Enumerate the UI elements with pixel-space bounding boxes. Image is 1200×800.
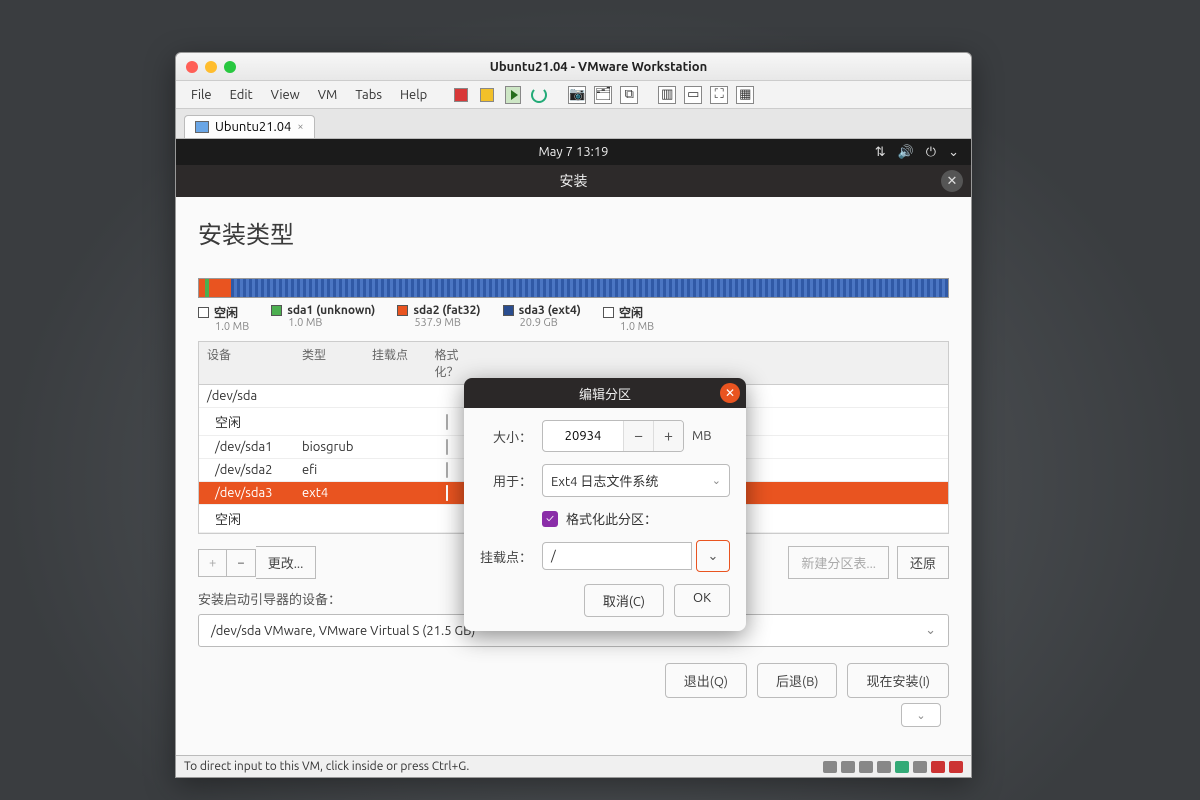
col-mount: 挂载点 — [364, 342, 419, 384]
col-device: 设备 — [199, 342, 294, 384]
ok-button[interactable]: OK — [674, 584, 730, 617]
format-label: 格式化此分区： — [566, 509, 657, 528]
restart-icon[interactable] — [530, 86, 548, 104]
thumbnail-icon[interactable]: ▦ — [736, 86, 754, 104]
menu-help[interactable]: Help — [393, 86, 434, 104]
size-spinbox: − + — [542, 420, 684, 452]
console-icon[interactable]: ▭ — [684, 86, 702, 104]
dialog-close-icon[interactable]: ✕ — [720, 383, 740, 403]
menubar: File Edit View VM Tabs Help 📷 🗂 ⧉ ▥ ▭ ⛶ … — [176, 81, 971, 109]
network-icon[interactable]: ⇅ — [875, 145, 886, 160]
gnome-topbar: May 7 13:19 ⇅ 🔊 ⏻ ⌄ — [176, 139, 971, 165]
status-text: To direct input to this VM, click inside… — [184, 760, 469, 773]
install-now-button[interactable]: 现在安装(I) — [847, 663, 949, 698]
device2-icon[interactable] — [949, 761, 963, 773]
edit-partition-dialog: 编辑分区 ✕ 大小： − + MB 用于： Ext4 日志文件系统 ⌄ ✓ 格式… — [464, 378, 746, 631]
disk-usage-bar[interactable] — [198, 278, 949, 298]
play-icon[interactable] — [504, 86, 522, 104]
disk-legend: 空闲1.0 MB sda1 (unknown)1.0 MB sda2 (fat3… — [198, 304, 949, 333]
net-icon[interactable] — [859, 761, 873, 773]
vm-tab-label: Ubuntu21.04 — [215, 120, 291, 134]
size-input[interactable] — [543, 423, 623, 449]
format-checkbox[interactable] — [446, 485, 448, 501]
mount-label: 挂载点： — [480, 547, 542, 566]
format-checkbox[interactable] — [446, 439, 448, 455]
hdd-icon[interactable] — [823, 761, 837, 773]
installer-header: 安装 ✕ — [176, 165, 971, 197]
mount-value: / — [551, 549, 556, 563]
stop-icon[interactable] — [452, 86, 470, 104]
sound-icon[interactable] — [895, 761, 909, 773]
clock[interactable]: May 7 13:19 — [538, 145, 608, 159]
titlebar: Ubuntu21.04 - VMware Workstation — [176, 53, 971, 81]
clone-icon[interactable]: ⧉ — [620, 86, 638, 104]
window-title: Ubuntu21.04 - VMware Workstation — [236, 60, 961, 74]
seg-sda2 — [209, 279, 231, 297]
size-increment-button[interactable]: + — [653, 421, 683, 451]
cd-icon[interactable] — [841, 761, 855, 773]
col-type: 类型 — [294, 342, 364, 384]
tabbar: Ubuntu21.04 × — [176, 109, 971, 139]
tab-close-icon[interactable]: × — [297, 121, 303, 133]
close-icon[interactable] — [186, 61, 198, 73]
mount-dropdown-button[interactable]: ⌄ — [696, 540, 730, 572]
change-partition-button[interactable]: 更改... — [256, 546, 317, 579]
installer-close-icon[interactable]: ✕ — [941, 170, 963, 192]
installer-title: 安装 — [560, 171, 588, 191]
back-button[interactable]: 后退(B) — [757, 663, 837, 698]
printer-icon[interactable] — [913, 761, 927, 773]
overflow-dropdown[interactable]: ⌄ — [901, 703, 941, 727]
filesystem-select[interactable]: Ext4 日志文件系统 ⌄ — [542, 464, 730, 497]
legend-item: sda2 (fat32)537.9 MB — [397, 304, 480, 333]
legend-item: 空闲1.0 MB — [198, 304, 249, 333]
legend-item: sda1 (unknown)1.0 MB — [271, 304, 375, 333]
legend-item: 空闲1.0 MB — [603, 304, 654, 333]
menu-file[interactable]: File — [184, 86, 219, 104]
menu-tabs[interactable]: Tabs — [348, 86, 389, 104]
page-heading: 安装类型 — [198, 215, 949, 250]
format-checkbox[interactable] — [446, 462, 448, 478]
vm-tab[interactable]: Ubuntu21.04 × — [184, 115, 315, 138]
pause-icon[interactable] — [478, 86, 496, 104]
format-checkbox[interactable] — [446, 414, 448, 430]
dialog-title: 编辑分区 — [579, 384, 631, 403]
legend-item: sda3 (ext4)20.9 GB — [503, 304, 581, 333]
snapshot-icon[interactable]: 📷 — [568, 86, 586, 104]
size-decrement-button[interactable]: − — [623, 421, 653, 451]
size-label: 大小： — [480, 427, 542, 446]
use-label: 用于： — [480, 471, 542, 490]
usb-icon[interactable] — [877, 761, 891, 773]
revert-button[interactable]: 还原 — [897, 546, 949, 579]
size-unit: MB — [692, 429, 712, 443]
add-partition-button[interactable]: + — [198, 549, 227, 577]
chevron-down-icon: ⌄ — [925, 623, 936, 638]
quit-button[interactable]: 退出(Q) — [665, 663, 747, 698]
menu-view[interactable]: View — [264, 86, 307, 104]
volume-icon[interactable]: 🔊 — [898, 145, 914, 160]
new-table-button[interactable]: 新建分区表... — [788, 546, 889, 579]
vmware-statusbar: To direct input to this VM, click inside… — [176, 755, 971, 777]
unity-icon[interactable]: ▥ — [658, 86, 676, 104]
maximize-icon[interactable] — [224, 61, 236, 73]
seg-sda3 — [231, 279, 948, 297]
menu-vm[interactable]: VM — [311, 86, 345, 104]
format-checkbox[interactable]: ✓ — [542, 511, 558, 527]
vm-icon — [195, 121, 209, 133]
minimize-icon[interactable] — [205, 61, 217, 73]
device-icon[interactable] — [931, 761, 945, 773]
filesystem-value: Ext4 日志文件系统 — [551, 471, 658, 490]
mount-point-input[interactable]: / — [542, 542, 692, 570]
window-controls — [186, 61, 236, 73]
power-icon[interactable]: ⏻ — [926, 145, 936, 160]
fullscreen-icon[interactable]: ⛶ — [710, 86, 728, 104]
cancel-button[interactable]: 取消(C) — [584, 584, 664, 617]
menu-edit[interactable]: Edit — [223, 86, 260, 104]
remove-partition-button[interactable]: − — [227, 549, 255, 577]
snapshot-mgr-icon[interactable]: 🗂 — [594, 86, 612, 104]
dialog-header: 编辑分区 ✕ — [464, 378, 746, 408]
chevron-down-icon[interactable]: ⌄ — [948, 145, 959, 160]
chevron-down-icon: ⌄ — [712, 474, 721, 487]
bootloader-value: /dev/sda VMware, VMware Virtual S (21.5 … — [211, 624, 475, 638]
